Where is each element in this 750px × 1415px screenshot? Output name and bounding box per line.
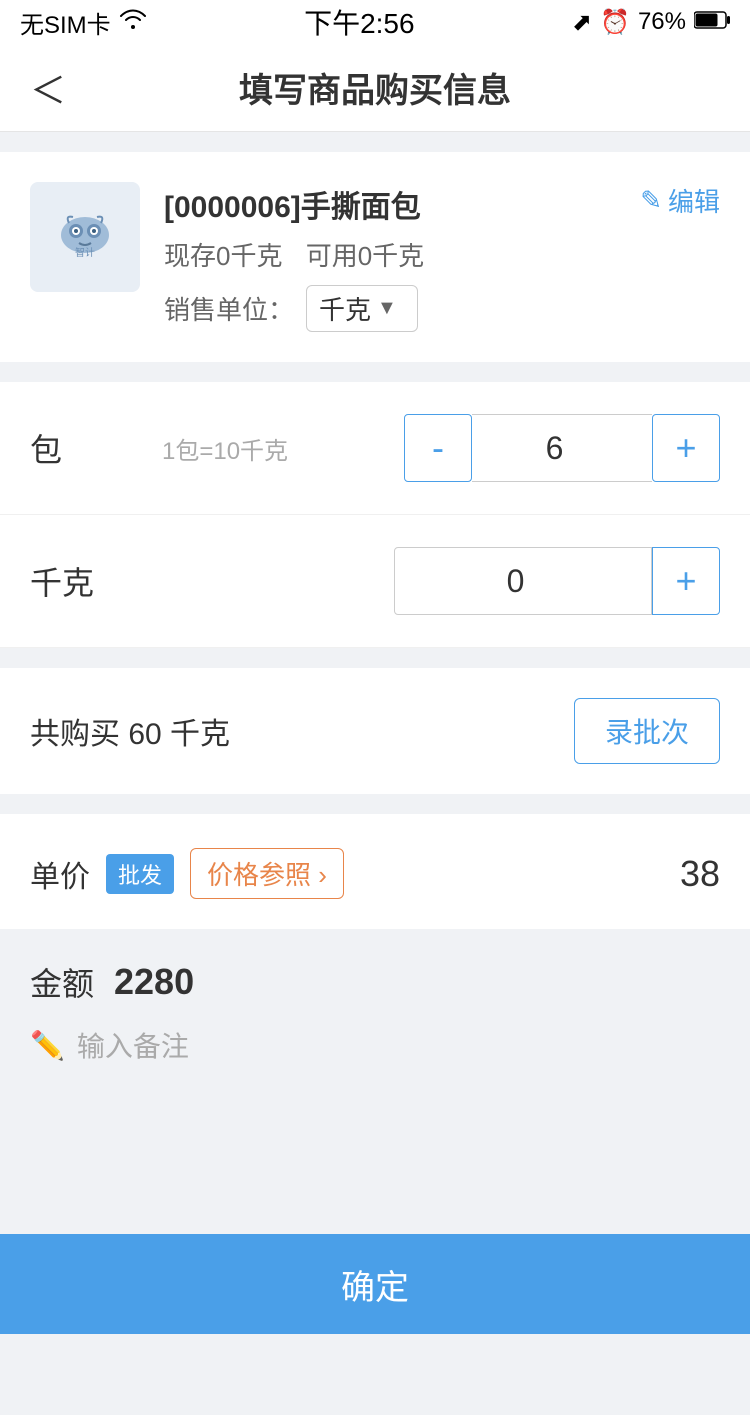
package-quantity-input[interactable] — [472, 414, 652, 482]
stock-text: 现存0千克 — [164, 241, 282, 271]
amount-section: 金额 2280 ✏️ 输入备注 — [0, 929, 750, 1095]
total-text: 共购买 60 千克 — [30, 709, 230, 753]
package-quantity-control: - + — [404, 414, 720, 482]
total-section: 共购买 60 千克 录批次 — [0, 668, 750, 794]
edit-label: 编辑 — [668, 182, 720, 219]
product-unit-row: 销售单位： 千克 ▼ — [164, 285, 720, 332]
product-info: [0000006]手撕面包 现存0千克 可用0千克 销售单位： 千克 ▼ — [164, 182, 720, 332]
package-section: 包 1包=10千克 - + 千克 + — [0, 382, 750, 648]
product-name: [0000006]手撕面包 — [164, 182, 720, 226]
package-plus-button[interactable]: + — [652, 414, 720, 482]
kg-label: 千克 — [30, 558, 150, 604]
amount-row: 金额 2280 — [30, 959, 720, 1005]
battery-icon — [694, 8, 730, 36]
product-stock: 现存0千克 可用0千克 — [164, 236, 720, 273]
status-time: 下午2:56 — [304, 2, 415, 42]
batch-button[interactable]: 录批次 — [574, 698, 720, 764]
kg-plus-button[interactable]: + — [652, 547, 720, 615]
batch-tag: 批发 — [106, 854, 174, 894]
location-icon: ⬈ — [572, 8, 592, 37]
status-bar: 无SIM卡 下午2:56 ⬈ ⏰ 76% — [0, 0, 750, 44]
price-label: 单价 — [30, 852, 90, 896]
back-button[interactable]: ＜ — [30, 62, 66, 114]
price-value: 38 — [680, 853, 720, 895]
dropdown-icon: ▼ — [377, 297, 397, 320]
edit-link[interactable]: ✎ 编辑 — [640, 182, 720, 219]
unit-value: 千克 — [319, 290, 371, 327]
amount-label: 金额 — [30, 959, 94, 1005]
battery-text: 76% — [638, 8, 686, 36]
status-left: 无SIM卡 — [20, 5, 147, 40]
page-title: 填写商品购买信息 — [239, 63, 511, 112]
amount-value: 2280 — [114, 961, 194, 1003]
package-label: 包 — [30, 425, 150, 471]
note-icon: ✏️ — [30, 1029, 65, 1062]
package-hint: 1包=10千克 — [162, 431, 404, 466]
note-placeholder: 输入备注 — [77, 1025, 189, 1065]
confirm-bar[interactable]: 确定 — [0, 1234, 750, 1334]
wifi-icon — [119, 8, 147, 36]
svg-text:智计: 智计 — [75, 246, 95, 257]
available-text: 可用0千克 — [306, 241, 424, 271]
product-thumbnail: 智计 — [30, 182, 140, 292]
status-right: ⬈ ⏰ 76% — [572, 8, 730, 37]
note-row[interactable]: ✏️ 输入备注 — [30, 1025, 720, 1095]
confirm-text: 确定 — [341, 1260, 409, 1309]
product-card: 智计 [0000006]手撕面包 现存0千克 可用0千克 销售单位： 千克 ▼ … — [0, 152, 750, 362]
back-icon: ＜ — [30, 70, 66, 111]
package-minus-button[interactable]: - — [404, 414, 472, 482]
nav-bar: ＜ 填写商品购买信息 — [0, 44, 750, 132]
kg-quantity-control: + — [394, 547, 720, 615]
price-ref-button[interactable]: 价格参照 › — [190, 848, 344, 899]
edit-icon: ✎ — [640, 185, 662, 216]
product-image-placeholder: 智计 — [55, 207, 115, 267]
package-row: 包 1包=10千克 - + — [0, 382, 750, 515]
carrier-text: 无SIM卡 — [20, 5, 111, 40]
unit-select[interactable]: 千克 ▼ — [306, 285, 418, 332]
price-section: 单价 批发 价格参照 › 38 — [0, 814, 750, 929]
alarm-icon: ⏰ — [600, 8, 630, 37]
price-row: 单价 批发 价格参照 › 38 — [30, 848, 720, 899]
kg-row: 千克 + — [0, 515, 750, 648]
kg-quantity-input[interactable] — [394, 547, 652, 615]
unit-label: 销售单位： — [164, 290, 294, 327]
